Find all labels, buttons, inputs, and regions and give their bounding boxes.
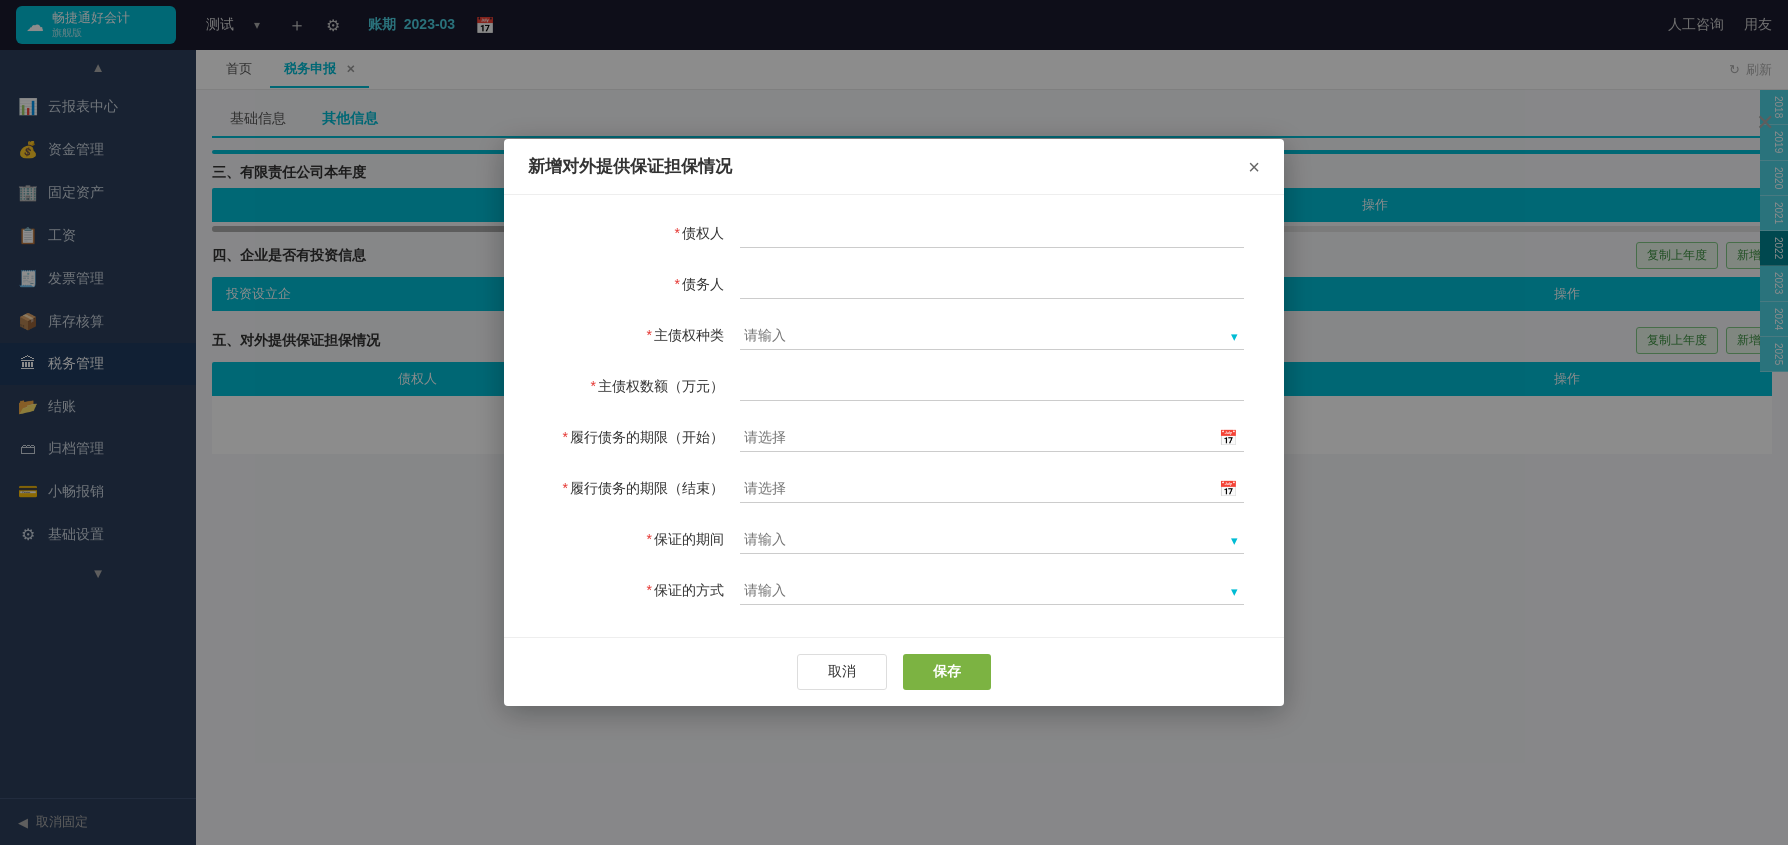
form-row-guarantee-period: *保证的期间 ▾	[544, 525, 1244, 554]
save-button[interactable]: 保存	[903, 654, 991, 690]
form-row-debt-type: *主债权种类 ▾	[544, 321, 1244, 350]
input-debt-type[interactable]	[740, 321, 1244, 350]
modal-footer: 取消 保存	[504, 637, 1284, 706]
label-debt-type: *主债权种类	[544, 327, 724, 345]
label-debt-amount: *主债权数额（万元）	[544, 378, 724, 396]
input-debt-amount[interactable]	[740, 372, 1244, 401]
form-row-debt-amount: *主债权数额（万元）	[544, 372, 1244, 401]
modal-title: 新增对外提供保证担保情况	[528, 155, 732, 178]
input-wrap-debt-type: ▾	[740, 321, 1244, 350]
input-wrap-debtor	[740, 270, 1244, 299]
label-debtor: *债务人	[544, 276, 724, 294]
input-period-start[interactable]	[740, 423, 1244, 452]
modal-body: *债权人 *债务人 *主债权种类	[504, 195, 1284, 637]
input-period-end[interactable]	[740, 474, 1244, 503]
input-wrap-period-start: 📅	[740, 423, 1244, 452]
label-guarantee-period: *保证的期间	[544, 531, 724, 549]
form-row-debtor: *债务人	[544, 270, 1244, 299]
label-period-end: *履行债务的期限（结束）	[544, 480, 724, 498]
label-period-start: *履行债务的期限（开始）	[544, 429, 724, 447]
input-guarantee-method[interactable]	[740, 576, 1244, 605]
cancel-button[interactable]: 取消	[797, 654, 887, 690]
input-wrap-period-end: 📅	[740, 474, 1244, 503]
form-row-period-end: *履行债务的期限（结束） 📅	[544, 474, 1244, 503]
input-wrap-debt-amount	[740, 372, 1244, 401]
input-debtor[interactable]	[740, 270, 1244, 299]
form-row-period-start: *履行债务的期限（开始） 📅	[544, 423, 1244, 452]
input-creditor[interactable]	[740, 219, 1244, 248]
modal-close-button[interactable]: ×	[1248, 157, 1260, 177]
modal-overlay: 新增对外提供保证担保情况 × *债权人 *债务人	[0, 0, 1788, 845]
form-row-guarantee-method: *保证的方式 ▾	[544, 576, 1244, 605]
modal-header: 新增对外提供保证担保情况 ×	[504, 139, 1284, 195]
input-guarantee-period[interactable]	[740, 525, 1244, 554]
modal-add-guarantee: 新增对外提供保证担保情况 × *债权人 *债务人	[504, 139, 1284, 706]
label-creditor: *债权人	[544, 225, 724, 243]
label-guarantee-method: *保证的方式	[544, 582, 724, 600]
input-wrap-guarantee-period: ▾	[740, 525, 1244, 554]
form-row-creditor: *债权人	[544, 219, 1244, 248]
input-wrap-guarantee-method: ▾	[740, 576, 1244, 605]
input-wrap-creditor	[740, 219, 1244, 248]
